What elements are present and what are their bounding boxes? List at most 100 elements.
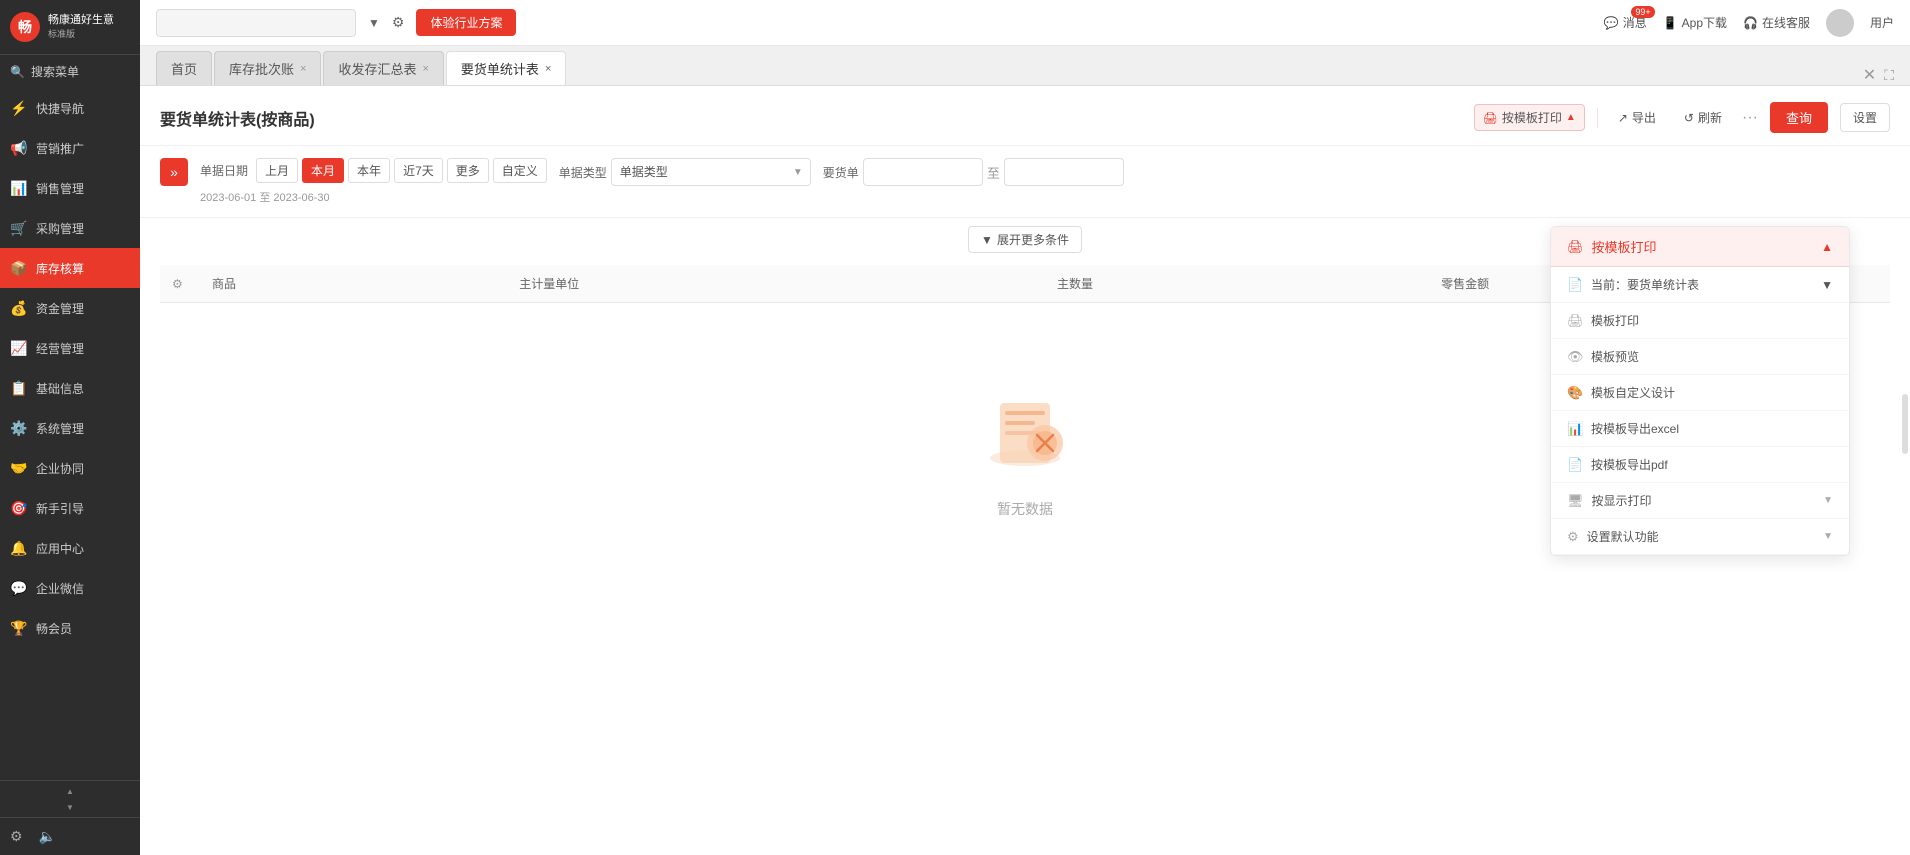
order-label: 要货单 — [823, 164, 859, 181]
finance-icon: 💰 — [10, 299, 28, 317]
current-template-icon: 📄 — [1567, 277, 1583, 293]
date-btn-last-month[interactable]: 上月 — [256, 158, 298, 183]
guide-icon: 🎯 — [10, 499, 28, 517]
sidebar-item-weixin[interactable]: 💬 企业微信 — [0, 568, 140, 608]
export-btn[interactable]: ↗ 导出 — [1610, 105, 1664, 130]
display-print-icon: 🖥 — [1567, 493, 1584, 509]
sidebar-item-quick-nav[interactable]: ⚡ 快捷导航 — [0, 88, 140, 128]
weixin-icon: 💬 — [10, 579, 28, 597]
topbar-dropdown[interactable]: ▼ — [368, 16, 380, 30]
divider — [1597, 108, 1598, 128]
template-design-icon: 🎨 — [1567, 385, 1583, 401]
sidebar-item-label: 应用中心 — [36, 540, 84, 557]
sidebar-bottom: ⚙ 🔈 — [0, 817, 140, 855]
sidebar-item-basic[interactable]: 📋 基础信息 — [0, 368, 140, 408]
order-input-end[interactable] — [1004, 158, 1124, 186]
col-product: 商品 — [200, 265, 507, 303]
sidebar-item-label: 资金管理 — [36, 300, 84, 317]
sidebar-scroll-down[interactable]: ▼ — [62, 801, 78, 813]
sidebar-item-inventory[interactable]: 📦 库存核算 — [0, 248, 140, 288]
tab-home[interactable]: 首页 — [156, 51, 212, 85]
tab-close-receipt-summary[interactable]: × — [422, 63, 428, 75]
page-actions: 🖨 按模板打印 ▲ ↗ 导出 ↺ 刷新 ··· 查询 设置 — [1474, 102, 1890, 133]
right-scrollbar[interactable] — [1902, 394, 1908, 454]
tab-order-stats[interactable]: 要货单统计表 × — [446, 51, 566, 85]
tab-close-order-stats[interactable]: × — [545, 63, 551, 75]
sidebar-item-enterprise[interactable]: 🤝 企业协同 — [0, 448, 140, 488]
operations-icon: 📈 — [10, 339, 28, 357]
order-input-start[interactable] — [863, 158, 983, 186]
sidebar-item-label: 系统管理 — [36, 420, 84, 437]
enterprise-icon: 🤝 — [10, 459, 28, 477]
expand-more-btn[interactable]: ▼ 展开更多条件 — [968, 226, 1082, 253]
sidebar-item-sales[interactable]: 📊 销售管理 — [0, 168, 140, 208]
tab-inventory-batch[interactable]: 库存批次账 × — [214, 51, 321, 85]
sidebar-item-label: 新手引导 — [36, 500, 84, 517]
user-avatar[interactable] — [1826, 9, 1854, 37]
tab-receipt-summary[interactable]: 收发存汇总表 × — [323, 51, 443, 85]
dropdown-export-excel[interactable]: 📊 按模板导出excel — [1551, 411, 1849, 447]
tab-window-expand[interactable]: ⛶ — [1884, 67, 1894, 84]
dropdown-default-settings[interactable]: ⚙ 设置默认功能 ▼ — [1551, 519, 1849, 555]
dropdown-template-preview[interactable]: 👁 模板预览 — [1551, 339, 1849, 375]
main-area: ▼ ⚙ 体验行业方案 💬 消息 99+ 📱 App下载 🎧 在线客服 用户 首页 — [140, 0, 1910, 855]
sidebar-item-appstore[interactable]: 🔔 应用中心 — [0, 528, 140, 568]
system-icon: ⚙️ — [10, 419, 28, 437]
sidebar-search[interactable]: 🔍 搜索菜单 — [0, 55, 140, 88]
settings-btn[interactable]: 设置 — [1840, 103, 1890, 132]
sidebar: 畅 畅康通好生意 标准版 🔍 搜索菜单 ⚡ 快捷导航 📢 营销推广 📊 销售管理… — [0, 0, 140, 855]
template-print-btn[interactable]: 🖨 按模板打印 ▲ — [1474, 104, 1585, 131]
date-btn-7days[interactable]: 近7天 — [394, 158, 443, 183]
dropdown-current-template[interactable]: 📄 当前：要货单统计表 ▼ — [1551, 267, 1849, 303]
sidebar-item-operations[interactable]: 📈 经营管理 — [0, 328, 140, 368]
date-btn-custom[interactable]: 自定义 — [493, 158, 547, 183]
query-btn[interactable]: 查询 — [1770, 102, 1828, 133]
filter-expand-icon[interactable]: » — [160, 158, 188, 186]
dropdown-display-print[interactable]: 🖥 按显示打印 ▼ — [1551, 483, 1849, 519]
settings-bottom-icon[interactable]: ⚙ — [10, 828, 23, 845]
trial-btn[interactable]: 体验行业方案 — [416, 9, 516, 36]
date-btn-this-year[interactable]: 本年 — [348, 158, 390, 183]
sidebar-item-guide[interactable]: 🎯 新手引导 — [0, 488, 140, 528]
tab-close-inventory-batch[interactable]: × — [300, 63, 306, 75]
export-icon: ↗ — [1618, 111, 1628, 125]
export-pdf-icon: 📄 — [1567, 457, 1583, 473]
topbar-search-input[interactable] — [156, 9, 356, 37]
messages-btn[interactable]: 💬 消息 99+ — [1604, 14, 1647, 31]
date-btn-more[interactable]: 更多 — [447, 158, 489, 183]
more-icon[interactable]: ··· — [1742, 109, 1758, 127]
dropdown-template-design[interactable]: 🎨 模板自定义设计 — [1551, 375, 1849, 411]
section-arrow-icon-2: ▼ — [1823, 531, 1833, 542]
doc-type-select[interactable]: 单据类型 — [611, 158, 811, 186]
print-icon: 🖨 — [1483, 111, 1498, 125]
sidebar-scroll-up[interactable]: ▲ — [62, 785, 78, 797]
tab-window-close[interactable]: ✕ — [1863, 65, 1876, 85]
sidebar-item-label: 企业微信 — [36, 580, 84, 597]
sidebar-item-finance[interactable]: 💰 资金管理 — [0, 288, 140, 328]
refresh-btn[interactable]: ↺ 刷新 — [1676, 105, 1730, 130]
date-btn-this-month[interactable]: 本月 — [302, 158, 344, 183]
sidebar-item-marketing[interactable]: 📢 营销推广 — [0, 128, 140, 168]
sidebar-item-purchase[interactable]: 🛒 采购管理 — [0, 208, 140, 248]
table-settings-icon[interactable]: ⚙ — [172, 277, 183, 291]
online-service-btn[interactable]: 🎧 在线客服 — [1743, 14, 1810, 31]
dropdown-template-print[interactable]: 🖨 模板打印 — [1551, 303, 1849, 339]
topbar-settings-icon[interactable]: ⚙ — [392, 14, 405, 31]
user-name: 用户 — [1870, 14, 1894, 31]
dropdown-export-pdf[interactable]: 📄 按模板导出pdf — [1551, 447, 1849, 483]
app-download-btn[interactable]: 📱 App下载 — [1663, 14, 1727, 31]
current-chevron-icon: ▼ — [1821, 278, 1833, 292]
refresh-icon: ↺ — [1684, 111, 1694, 125]
tabbar: 首页 库存批次账 × 收发存汇总表 × 要货单统计表 × ✕ ⛶ — [140, 46, 1910, 86]
purchase-icon: 🛒 — [10, 219, 28, 237]
sidebar-nav: ⚡ 快捷导航 📢 营销推广 📊 销售管理 🛒 采购管理 📦 库存核算 💰 资金管… — [0, 88, 140, 780]
col-settings[interactable]: ⚙ — [160, 265, 200, 303]
sidebar-item-label: 采购管理 — [36, 220, 84, 237]
volume-icon[interactable]: 🔈 — [39, 828, 56, 845]
dropdown-chevron-up[interactable]: ▲ — [1821, 240, 1833, 254]
sidebar-item-member[interactable]: 🏆 畅会员 — [0, 608, 140, 648]
default-settings-icon: ⚙ — [1567, 529, 1579, 545]
content-area: 要货单统计表(按商品) 🖨 按模板打印 ▲ ↗ 导出 ↺ 刷新 ··· 查询 — [140, 86, 1910, 855]
sidebar-item-label: 快捷导航 — [36, 100, 84, 117]
sidebar-item-system[interactable]: ⚙️ 系统管理 — [0, 408, 140, 448]
